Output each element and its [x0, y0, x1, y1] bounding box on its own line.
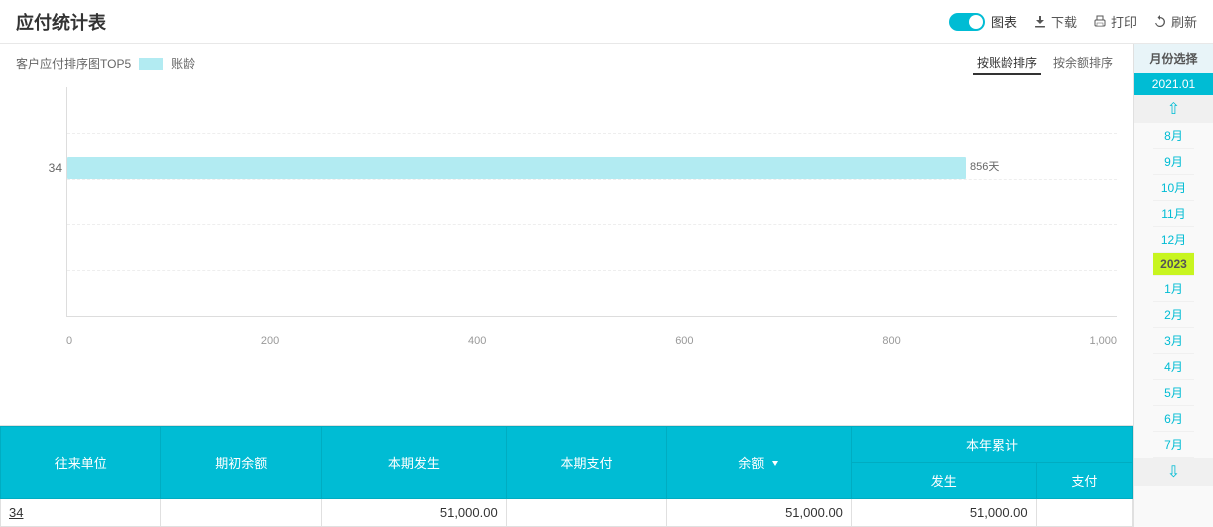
- sidebar-months: 8月9月10月11月12月20231月2月3月4月5月6月7月: [1153, 123, 1194, 458]
- grid-line: [67, 224, 1117, 225]
- download-icon: [1033, 15, 1047, 29]
- sidebar-header: 月份选择: [1134, 44, 1213, 73]
- x-label-0: 0: [66, 335, 72, 347]
- month-item[interactable]: 6月: [1153, 406, 1194, 432]
- month-item[interactable]: 4月: [1153, 354, 1194, 380]
- td-ytd-occurrence: 51,000.00: [851, 499, 1036, 527]
- th-occurrence: 本期发生: [321, 427, 506, 499]
- chart-legend: 客户应付排序图TOP5 账龄: [16, 55, 195, 72]
- download-label: 下载: [1051, 12, 1077, 31]
- th-balance: 余额: [667, 427, 852, 499]
- sidebar-date[interactable]: 2021.01: [1134, 73, 1213, 95]
- print-label: 打印: [1111, 12, 1137, 31]
- refresh-icon: [1153, 15, 1167, 29]
- th-unit: 往来单位: [1, 427, 161, 499]
- chart-toggle[interactable]: [949, 13, 985, 31]
- x-label-800: 800: [882, 335, 900, 347]
- grid-line: [67, 133, 1117, 134]
- td-opening: [161, 499, 321, 527]
- sidebar-nav: ⇧ 8月9月10月11月12月20231月2月3月4月5月6月7月 ⇩: [1134, 95, 1213, 486]
- refresh-button[interactable]: 刷新: [1153, 12, 1197, 31]
- print-icon: [1093, 15, 1107, 29]
- page-title: 应付统计表: [16, 9, 106, 35]
- bar-fill: [67, 157, 966, 179]
- month-item[interactable]: 8月: [1153, 123, 1194, 149]
- month-item[interactable]: 2月: [1153, 302, 1194, 328]
- grid-lines: [67, 87, 1117, 316]
- month-item[interactable]: 2023: [1153, 253, 1194, 276]
- y-axis: [16, 87, 66, 317]
- td-balance: 51,000.00: [667, 499, 852, 527]
- bar-end-label: 856天: [970, 158, 999, 174]
- bar-row: 34 856天: [67, 156, 1117, 180]
- download-button[interactable]: 下载: [1033, 12, 1077, 31]
- td-ytd-payment: [1036, 499, 1132, 527]
- chart-header: 客户应付排序图TOP5 账龄 按账龄排序 按余额排序: [0, 44, 1133, 79]
- app-container: 应付统计表 图表 下载 打印 刷新: [0, 0, 1213, 527]
- month-item[interactable]: 12月: [1153, 227, 1194, 253]
- refresh-label: 刷新: [1171, 12, 1197, 31]
- chart-toggle-label: 图表: [991, 12, 1017, 31]
- x-label-600: 600: [675, 335, 693, 347]
- month-item[interactable]: 5月: [1153, 380, 1194, 406]
- month-item[interactable]: 3月: [1153, 328, 1194, 354]
- bar-chart: 34 856天 0 200 400 600 800: [16, 87, 1117, 347]
- sidebar-down-button[interactable]: ⇩: [1134, 458, 1213, 486]
- th-payment: 本期支付: [506, 427, 666, 499]
- td-occurrence: 51,000.00: [321, 499, 506, 527]
- table-section: 往来单位 期初余额 本期发生 本期支付 余额 本年累计 发生: [0, 425, 1133, 527]
- header-actions: 图表 下载 打印 刷新: [949, 12, 1197, 31]
- chart-area: 客户应付排序图TOP5 账龄 按账龄排序 按余额排序: [0, 44, 1133, 527]
- x-label-1000: 1,000: [1089, 335, 1117, 347]
- th-ytd-group: 本年累计: [851, 427, 1132, 463]
- x-label-200: 200: [261, 335, 279, 347]
- data-table: 往来单位 期初余额 本期发生 本期支付 余额 本年累计 发生: [0, 426, 1133, 527]
- sort-by-amount-button[interactable]: 按余额排序: [1049, 52, 1117, 75]
- table-row: 34 51,000.00 51,000.00 51,000.00: [1, 499, 1133, 527]
- sidebar-up-button[interactable]: ⇧: [1134, 95, 1213, 123]
- th-opening: 期初余额: [161, 427, 321, 499]
- legend-box: [139, 58, 163, 70]
- x-axis-labels: 0 200 400 600 800 1,000: [66, 335, 1117, 347]
- legend-text: 客户应付排序图TOP5: [16, 55, 131, 72]
- month-item[interactable]: 1月: [1153, 276, 1194, 302]
- chart-toggle-wrap: 图表: [949, 12, 1017, 31]
- td-payment: [506, 499, 666, 527]
- grid-line: [67, 270, 1117, 271]
- sort-icon: [770, 458, 780, 468]
- th-ytd-occurrence: 发生: [851, 463, 1036, 499]
- chart-plot-area: 34 856天: [66, 87, 1117, 317]
- header: 应付统计表 图表 下载 打印 刷新: [0, 0, 1213, 44]
- chart-sort-buttons: 按账龄排序 按余额排序: [973, 52, 1117, 75]
- td-unit: 34: [1, 499, 161, 527]
- month-item[interactable]: 11月: [1153, 201, 1194, 227]
- month-item[interactable]: 10月: [1153, 175, 1194, 201]
- th-ytd-payment: 支付: [1036, 463, 1132, 499]
- right-sidebar: 月份选择 2021.01 ⇧ 8月9月10月11月12月20231月2月3月4月…: [1133, 44, 1213, 527]
- main-content: 客户应付排序图TOP5 账龄 按账龄排序 按余额排序: [0, 44, 1213, 527]
- legend-box-label: 账龄: [171, 55, 195, 72]
- print-button[interactable]: 打印: [1093, 12, 1137, 31]
- bar-chart-wrap: 34 856天 0 200 400 600 800: [0, 79, 1133, 425]
- sort-by-balance-button[interactable]: 按账龄排序: [973, 52, 1041, 75]
- x-label-400: 400: [468, 335, 486, 347]
- month-item[interactable]: 7月: [1153, 432, 1194, 458]
- month-item[interactable]: 9月: [1153, 149, 1194, 175]
